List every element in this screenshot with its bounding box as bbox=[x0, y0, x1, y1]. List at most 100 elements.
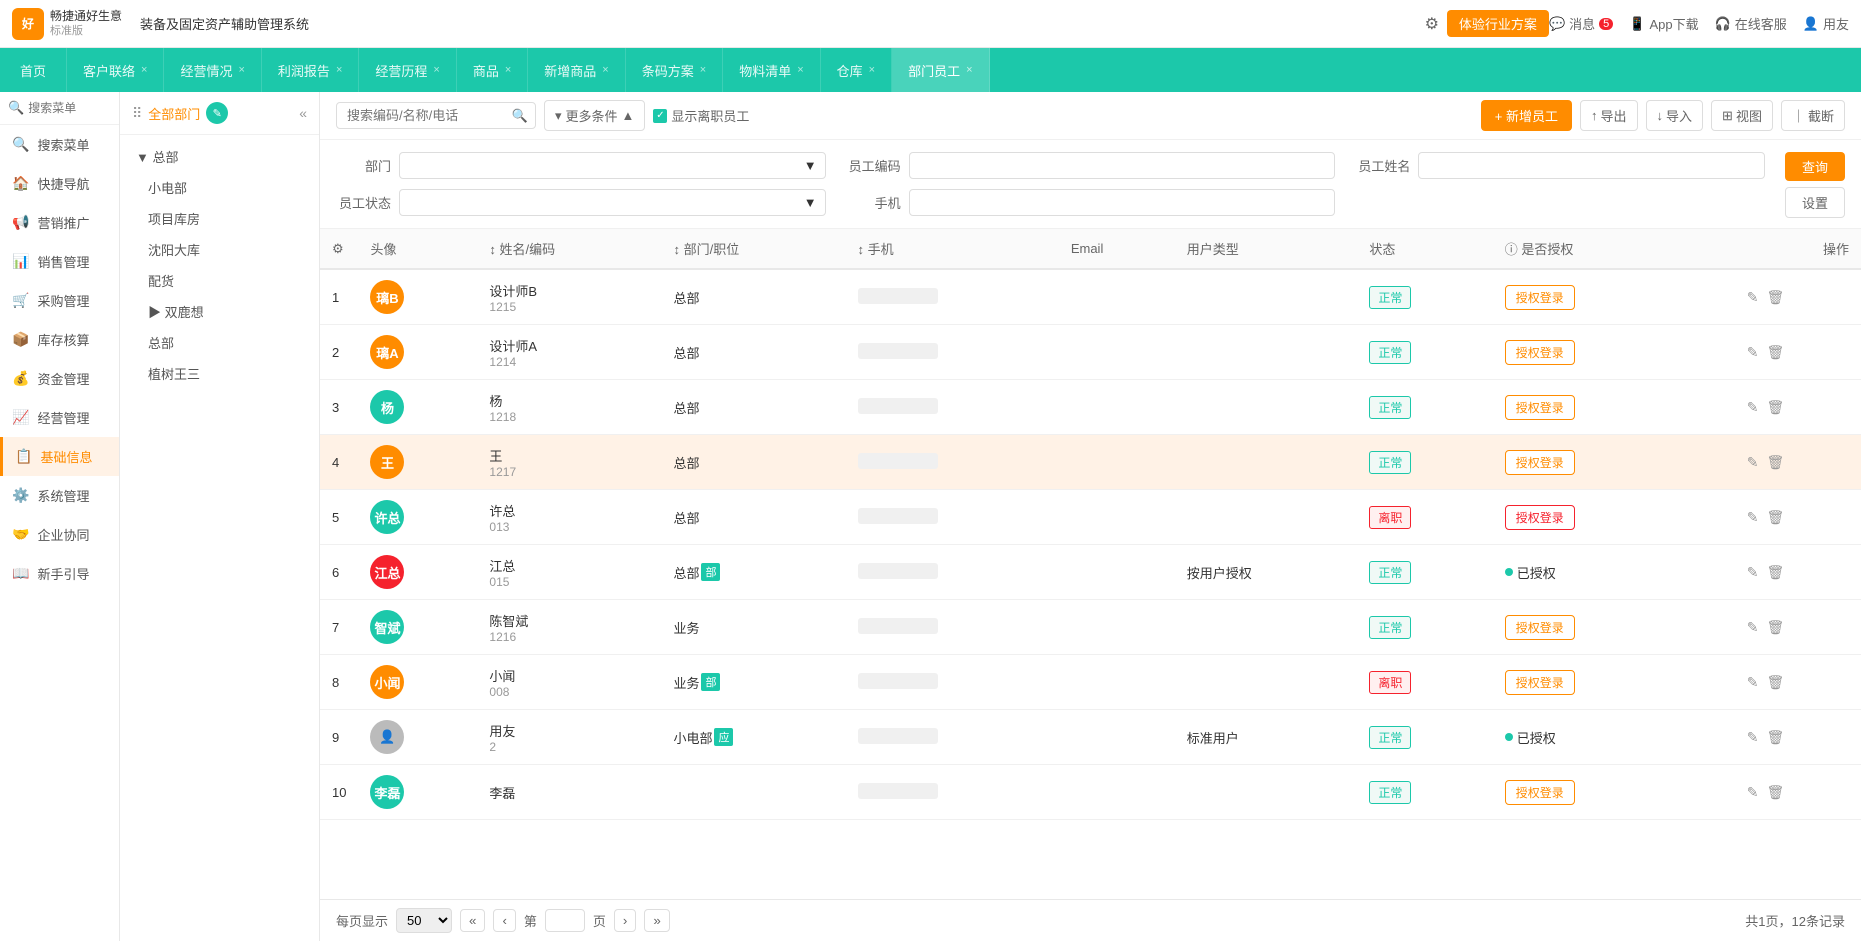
reset-button[interactable]: 设置 bbox=[1785, 187, 1845, 218]
sidebar-item-库存核算[interactable]: 📦库存核算 bbox=[0, 320, 119, 359]
edit-icon[interactable]: ✎ bbox=[1747, 729, 1759, 746]
delete-icon[interactable]: 🗑 bbox=[1766, 564, 1784, 581]
row-auth[interactable]: 授权登录 bbox=[1493, 490, 1686, 545]
delete-icon[interactable]: 🗑 bbox=[1766, 344, 1784, 361]
sidebar-item-资金管理[interactable]: 💰资金管理 bbox=[0, 359, 119, 398]
tab-close-icon[interactable]: × bbox=[433, 64, 439, 76]
row-auth[interactable]: 授权登录 bbox=[1493, 435, 1686, 490]
next-page-btn[interactable]: › bbox=[614, 909, 636, 932]
view-button[interactable]: ⊞ 视图 bbox=[1711, 100, 1773, 131]
query-button[interactable]: 查询 bbox=[1785, 152, 1845, 181]
delete-icon[interactable]: 🗑 bbox=[1766, 619, 1784, 636]
tab-close-icon[interactable]: × bbox=[238, 64, 244, 76]
edit-icon[interactable]: ✎ bbox=[1747, 289, 1759, 306]
nav-tab-条码方案[interactable]: 条码方案× bbox=[626, 48, 723, 92]
tab-close-icon[interactable]: × bbox=[141, 64, 147, 76]
dept-tree-item-双鹿想[interactable]: ▶ 双鹿想 bbox=[120, 296, 319, 327]
row-auth[interactable]: 授权登录 bbox=[1493, 600, 1686, 655]
sidebar-item-企业协同[interactable]: 🤝企业协同 bbox=[0, 515, 119, 554]
auth-login-button[interactable]: 授权登录 bbox=[1505, 780, 1575, 805]
dept-tree-item-小电部[interactable]: 小电部 bbox=[120, 172, 319, 203]
nav-tab-利润报告[interactable]: 利润报告× bbox=[262, 48, 359, 92]
row-auth[interactable]: 授权登录 bbox=[1493, 380, 1686, 435]
more-button[interactable]: ｜ 截断 bbox=[1781, 100, 1845, 131]
th-name-code[interactable]: ↕ 姓名/编码 bbox=[477, 229, 661, 269]
row-auth[interactable]: 已授权 bbox=[1493, 545, 1686, 600]
nav-tab-物料清单[interactable]: 物料清单× bbox=[723, 48, 820, 92]
dept-tree-item-总部[interactable]: 总部 bbox=[120, 327, 319, 358]
tab-close-icon[interactable]: × bbox=[797, 64, 803, 76]
search-icon[interactable]: 🔍 bbox=[512, 108, 528, 124]
tab-close-icon[interactable]: × bbox=[336, 64, 342, 76]
auth-login-button[interactable]: 授权登录 bbox=[1505, 340, 1575, 365]
th-dept-pos[interactable]: ↕ 部门/职位 bbox=[661, 229, 845, 269]
sidebar-item-销售管理[interactable]: 📊销售管理 bbox=[0, 242, 119, 281]
delete-icon[interactable]: 🗑 bbox=[1766, 674, 1784, 691]
auth-login-button[interactable]: 授权登录 bbox=[1505, 285, 1575, 310]
trial-button[interactable]: 体验行业方案 bbox=[1447, 10, 1549, 37]
delete-icon[interactable]: 🗑 bbox=[1766, 784, 1784, 801]
edit-icon[interactable]: ✎ bbox=[1747, 454, 1759, 471]
emp-status-select[interactable]: ▼ bbox=[399, 189, 826, 216]
online-service-btn[interactable]: 🎧 在线客服 bbox=[1715, 14, 1787, 33]
tab-close-icon[interactable]: × bbox=[869, 64, 875, 76]
nav-tab-经营情况[interactable]: 经营情况× bbox=[164, 48, 261, 92]
nav-tab-客户联络[interactable]: 客户联络× bbox=[67, 48, 164, 92]
dept-tree-item-配货[interactable]: 配货 bbox=[120, 265, 319, 296]
sidebar-item-营销推广[interactable]: 📢营销推广 bbox=[0, 203, 119, 242]
auth-login-button[interactable]: 授权登录 bbox=[1505, 615, 1575, 640]
nav-tab-商品[interactable]: 商品× bbox=[457, 48, 528, 92]
delete-icon[interactable]: 🗑 bbox=[1766, 289, 1784, 306]
th-settings[interactable]: ⚙ bbox=[320, 229, 358, 269]
auth-login-button[interactable]: 授权登录 bbox=[1505, 450, 1575, 475]
edit-icon[interactable]: ✎ bbox=[1747, 564, 1759, 581]
dept-tree-item-总部[interactable]: ▼ 总部 bbox=[120, 141, 319, 172]
delete-icon[interactable]: 🗑 bbox=[1766, 509, 1784, 526]
sidebar-item-系统管理[interactable]: ⚙️系统管理 bbox=[0, 476, 119, 515]
edit-icon[interactable]: ✎ bbox=[1747, 344, 1759, 361]
app-download-btn[interactable]: 📱 App下载 bbox=[1629, 14, 1698, 33]
row-auth[interactable]: 授权登录 bbox=[1493, 765, 1686, 820]
tab-close-icon[interactable]: × bbox=[966, 64, 972, 76]
import-button[interactable]: ↓ 导入 bbox=[1646, 100, 1704, 131]
page-size-select[interactable]: 50 100 200 bbox=[396, 908, 452, 933]
dept-tree-item-项目库房[interactable]: 项目库房 bbox=[120, 203, 319, 234]
delete-icon[interactable]: 🗑 bbox=[1766, 399, 1784, 416]
prev-page-btn[interactable]: ‹ bbox=[493, 909, 515, 932]
row-auth[interactable]: 授权登录 bbox=[1493, 655, 1686, 710]
export-button[interactable]: ↑ 导出 bbox=[1580, 100, 1638, 131]
dept-edit-icon[interactable]: ✎ bbox=[206, 102, 228, 124]
dept-select[interactable]: ▼ bbox=[399, 152, 826, 179]
sidebar-item-新手引导[interactable]: 📖新手引导 bbox=[0, 554, 119, 593]
nav-tab-首页[interactable]: 首页 bbox=[0, 48, 67, 92]
filter-btn[interactable]: ▾ 更多条件 ▲ bbox=[544, 100, 645, 131]
auth-login-button[interactable]: 授权登录 bbox=[1505, 670, 1575, 695]
edit-icon[interactable]: ✎ bbox=[1747, 619, 1759, 636]
row-auth[interactable]: 已授权 bbox=[1493, 710, 1686, 765]
emp-code-input[interactable] bbox=[909, 152, 1336, 179]
message-btn[interactable]: 💬 消息 5 bbox=[1549, 14, 1613, 33]
nav-tab-部门员工[interactable]: 部门员工× bbox=[892, 48, 989, 92]
sidebar-item-搜索菜单[interactable]: 🔍搜索菜单 bbox=[0, 125, 119, 164]
show-dimiss-checkbox[interactable]: ✓ 显示离职员工 bbox=[653, 106, 749, 125]
row-auth[interactable]: 授权登录 bbox=[1493, 269, 1686, 325]
first-page-btn[interactable]: « bbox=[460, 909, 485, 932]
nav-tab-新增商品[interactable]: 新增商品× bbox=[528, 48, 625, 92]
auth-login-button[interactable]: 授权登录 bbox=[1505, 395, 1575, 420]
dept-tree-item-植树王三[interactable]: 植树王三 bbox=[120, 358, 319, 389]
dept-all-label[interactable]: 全部部门 bbox=[148, 104, 200, 123]
search-input[interactable] bbox=[336, 102, 536, 129]
edit-icon[interactable]: ✎ bbox=[1747, 399, 1759, 416]
row-auth[interactable]: 授权登录 bbox=[1493, 325, 1686, 380]
th-phone[interactable]: ↕ 手机 bbox=[846, 229, 1059, 269]
delete-icon[interactable]: 🗑 bbox=[1766, 729, 1784, 746]
tab-close-icon[interactable]: × bbox=[700, 64, 706, 76]
edit-icon[interactable]: ✎ bbox=[1747, 509, 1759, 526]
last-page-btn[interactable]: » bbox=[644, 909, 669, 932]
phone-input[interactable] bbox=[909, 189, 1336, 216]
collapse-btn[interactable]: « bbox=[299, 105, 307, 121]
nav-tab-经营历程[interactable]: 经营历程× bbox=[359, 48, 456, 92]
edit-icon[interactable]: ✎ bbox=[1747, 674, 1759, 691]
gear-icon[interactable]: ⚙ bbox=[1425, 14, 1439, 34]
sidebar-item-基础信息[interactable]: 📋基础信息 bbox=[0, 437, 119, 476]
